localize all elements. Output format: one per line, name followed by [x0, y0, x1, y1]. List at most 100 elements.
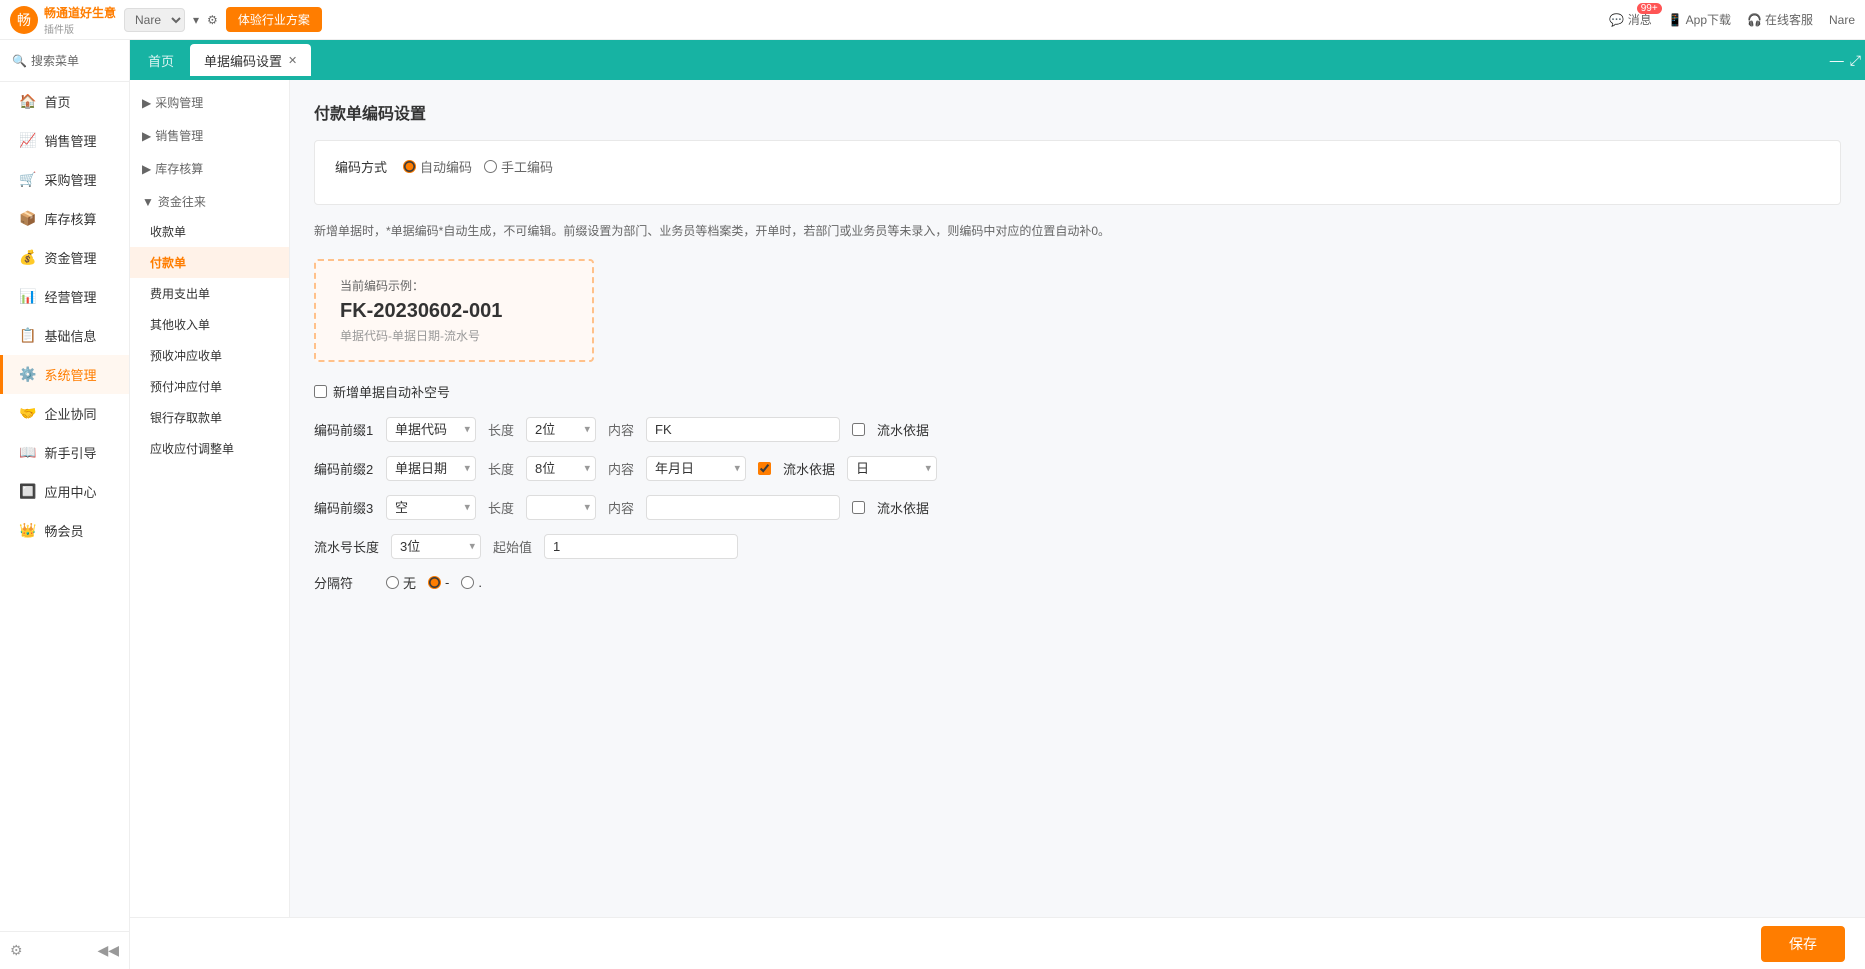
- chevron-right-icon3: ▶: [142, 162, 151, 176]
- encoding-mode-label: 编码方式: [335, 157, 387, 176]
- tabs-bar: 首页 单据编码设置 ✕ — ⤢: [130, 40, 1865, 80]
- prefix2-unit-select[interactable]: 日 月 年: [847, 456, 937, 481]
- prefix3-select-wrapper: 空 部门 业务员: [386, 495, 476, 520]
- prefix3-length-wrapper: 2位 3位: [526, 495, 596, 520]
- prefix2-serial-checkbox[interactable]: [758, 462, 771, 475]
- company-select[interactable]: Nare: [124, 8, 185, 32]
- sidebar-item-sales[interactable]: 📈 销售管理: [0, 121, 129, 160]
- sidebar-collapse-btn[interactable]: ◀◀: [97, 942, 119, 959]
- member-icon: 👑: [19, 522, 36, 539]
- trial-btn[interactable]: 体验行业方案: [226, 7, 322, 32]
- prefix1-row: 编码前缀1 单据代码 部门 业务员 空 长度 2位 3位: [314, 417, 1841, 442]
- auto-fill-checkbox[interactable]: [314, 385, 327, 398]
- prefix3-serial-checkbox[interactable]: [852, 501, 865, 514]
- sub-item-payment[interactable]: 付款单: [130, 247, 289, 278]
- prefix3-content-input[interactable]: [646, 495, 840, 520]
- online-service-btn[interactable]: 🎧 在线客服: [1747, 11, 1813, 28]
- tab-close-btn[interactable]: ✕: [288, 54, 297, 67]
- prefix1-select[interactable]: 单据代码 部门 业务员 空: [386, 417, 476, 442]
- serial-length-select[interactable]: 3位 4位 5位: [391, 534, 481, 559]
- sub-item-bank-deposit[interactable]: 银行存取款单: [130, 402, 289, 433]
- auto-code-option[interactable]: 自动编码: [403, 157, 472, 176]
- message-icon: 💬: [1609, 13, 1624, 27]
- enterprise-icon: 🤝: [19, 405, 36, 422]
- dropdown-btn[interactable]: ▾: [193, 13, 199, 27]
- prefix1-length-select[interactable]: 2位 3位 4位: [526, 417, 596, 442]
- prefix3-length-label: 长度: [488, 498, 514, 517]
- prefix2-length-select[interactable]: 8位 6位 4位: [526, 456, 596, 481]
- save-button[interactable]: 保存: [1761, 926, 1845, 962]
- sub-item-other-income[interactable]: 其他收入单: [130, 309, 289, 340]
- app-download-btn[interactable]: 📱 App下载: [1668, 11, 1731, 28]
- tab-encoding[interactable]: 单据编码设置 ✕: [190, 44, 311, 76]
- prefix3-length-select[interactable]: 2位 3位: [526, 495, 596, 520]
- serial-length-wrapper: 3位 4位 5位: [391, 534, 481, 559]
- sidebar-item-finance[interactable]: 💰 资金管理: [0, 238, 129, 277]
- prefix1-serial-checkbox[interactable]: [852, 423, 865, 436]
- search-menu-btn[interactable]: 🔍 搜索菜单: [8, 48, 121, 73]
- sub-sidebar: ▶ 采购管理 ▶ 销售管理 ▶ 库存核算: [130, 80, 290, 917]
- prefix2-row: 编码前缀2 单据日期 部门 业务员 空 长度 8位 6位: [314, 456, 1841, 481]
- sidebar-item-guide[interactable]: 📖 新手引导: [0, 433, 129, 472]
- sidebar-item-member[interactable]: 👑 畅会员: [0, 511, 129, 550]
- sidebar-item-app-center[interactable]: 🔲 应用中心: [0, 472, 129, 511]
- sub-group-title-inventory[interactable]: ▶ 库存核算: [130, 154, 289, 183]
- sub-item-prepay-payment[interactable]: 预付冲应付单: [130, 371, 289, 402]
- sub-item-prepay-receipt[interactable]: 预收冲应收单: [130, 340, 289, 371]
- sidebar-search: 🔍 搜索菜单: [0, 40, 129, 82]
- sidebar-item-system[interactable]: ⚙️ 系统管理: [0, 355, 129, 394]
- top-header: 畅 畅通道好生意 插件版 Nare ▾ ⚙ 体验行业方案 💬 消息 99+ 📱 …: [0, 0, 1865, 40]
- tab-maximize-btn[interactable]: ⤢: [1850, 52, 1861, 69]
- sidebar-item-purchase[interactable]: 🛒 采购管理: [0, 160, 129, 199]
- prefix2-select[interactable]: 单据日期 部门 业务员 空: [386, 456, 476, 481]
- code-preview: 当前编码示例： FK-20230602-001 单据代码-单据日期-流水号: [314, 259, 594, 362]
- sep-dash-radio[interactable]: [428, 576, 441, 589]
- sub-item-expense[interactable]: 费用支出单: [130, 278, 289, 309]
- sidebar-item-basic[interactable]: 📋 基础信息: [0, 316, 129, 355]
- prefix1-serial-label: 流水依据: [877, 420, 929, 439]
- tab-minimize-btn[interactable]: —: [1830, 52, 1844, 68]
- operation-icon: 📊: [19, 288, 36, 305]
- inventory-icon: 📦: [19, 210, 36, 227]
- prefix1-select-wrapper: 单据代码 部门 业务员 空: [386, 417, 476, 442]
- home-icon: 🏠: [19, 93, 36, 110]
- sidebar-settings-btn[interactable]: ⚙: [10, 942, 23, 959]
- sep-none-option[interactable]: 无: [386, 573, 416, 592]
- sep-none-radio[interactable]: [386, 576, 399, 589]
- prefix2-content-select[interactable]: 年月日 年月 年: [646, 456, 746, 481]
- sub-group-title-capital[interactable]: ▼ 资金往来: [130, 187, 289, 216]
- auto-fill-label: 新增单据自动补空号: [333, 382, 450, 401]
- sidebar-item-operation[interactable]: 📊 经营管理: [0, 277, 129, 316]
- chevron-right-icon2: ▶: [142, 129, 151, 143]
- page-content: 付款单编码设置 编码方式 自动编码 手工编码: [290, 80, 1865, 917]
- sub-item-ar-ap-adj[interactable]: 应收应付调整单: [130, 433, 289, 464]
- sub-group-title-sales[interactable]: ▶ 销售管理: [130, 121, 289, 150]
- sidebar-item-home[interactable]: 🏠 首页: [0, 82, 129, 121]
- encoding-card: 编码方式 自动编码 手工编码: [314, 140, 1841, 205]
- auto-code-radio[interactable]: [403, 160, 416, 173]
- sub-group-title-purchase[interactable]: ▶ 采购管理: [130, 88, 289, 117]
- prefix2-unit-wrapper: 日 月 年: [847, 456, 937, 481]
- start-value-input[interactable]: [544, 534, 738, 559]
- hint-text: 新增单据时，*单据编码*自动生成，不可编辑。前缀设置为部门、业务员等档案类，开单…: [314, 221, 1841, 243]
- sidebar-item-enterprise[interactable]: 🤝 企业协同: [0, 394, 129, 433]
- sub-item-receipt[interactable]: 收款单: [130, 216, 289, 247]
- tab-home[interactable]: 首页: [134, 44, 188, 76]
- prefix1-label: 编码前缀1: [314, 420, 374, 439]
- message-area[interactable]: 💬 消息 99+: [1609, 11, 1651, 28]
- prefix3-select[interactable]: 空 部门 业务员: [386, 495, 476, 520]
- settings-btn[interactable]: ⚙: [207, 13, 218, 27]
- manual-code-option[interactable]: 手工编码: [484, 157, 553, 176]
- sidebar-item-inventory[interactable]: 📦 库存核算: [0, 199, 129, 238]
- sep-dot-option[interactable]: .: [461, 575, 482, 590]
- prefix2-content-label: 内容: [608, 459, 634, 478]
- auto-fill-row: 新增单据自动补空号: [314, 382, 1841, 401]
- sep-dash-option[interactable]: -: [428, 575, 449, 590]
- sep-dot-radio[interactable]: [461, 576, 474, 589]
- prefix2-length-label: 长度: [488, 459, 514, 478]
- content-panel: ▶ 采购管理 ▶ 销售管理 ▶ 库存核算: [130, 80, 1865, 917]
- sub-group-inventory: ▶ 库存核算: [130, 154, 289, 183]
- sales-icon: 📈: [19, 132, 36, 149]
- prefix1-content-input[interactable]: [646, 417, 840, 442]
- manual-code-radio[interactable]: [484, 160, 497, 173]
